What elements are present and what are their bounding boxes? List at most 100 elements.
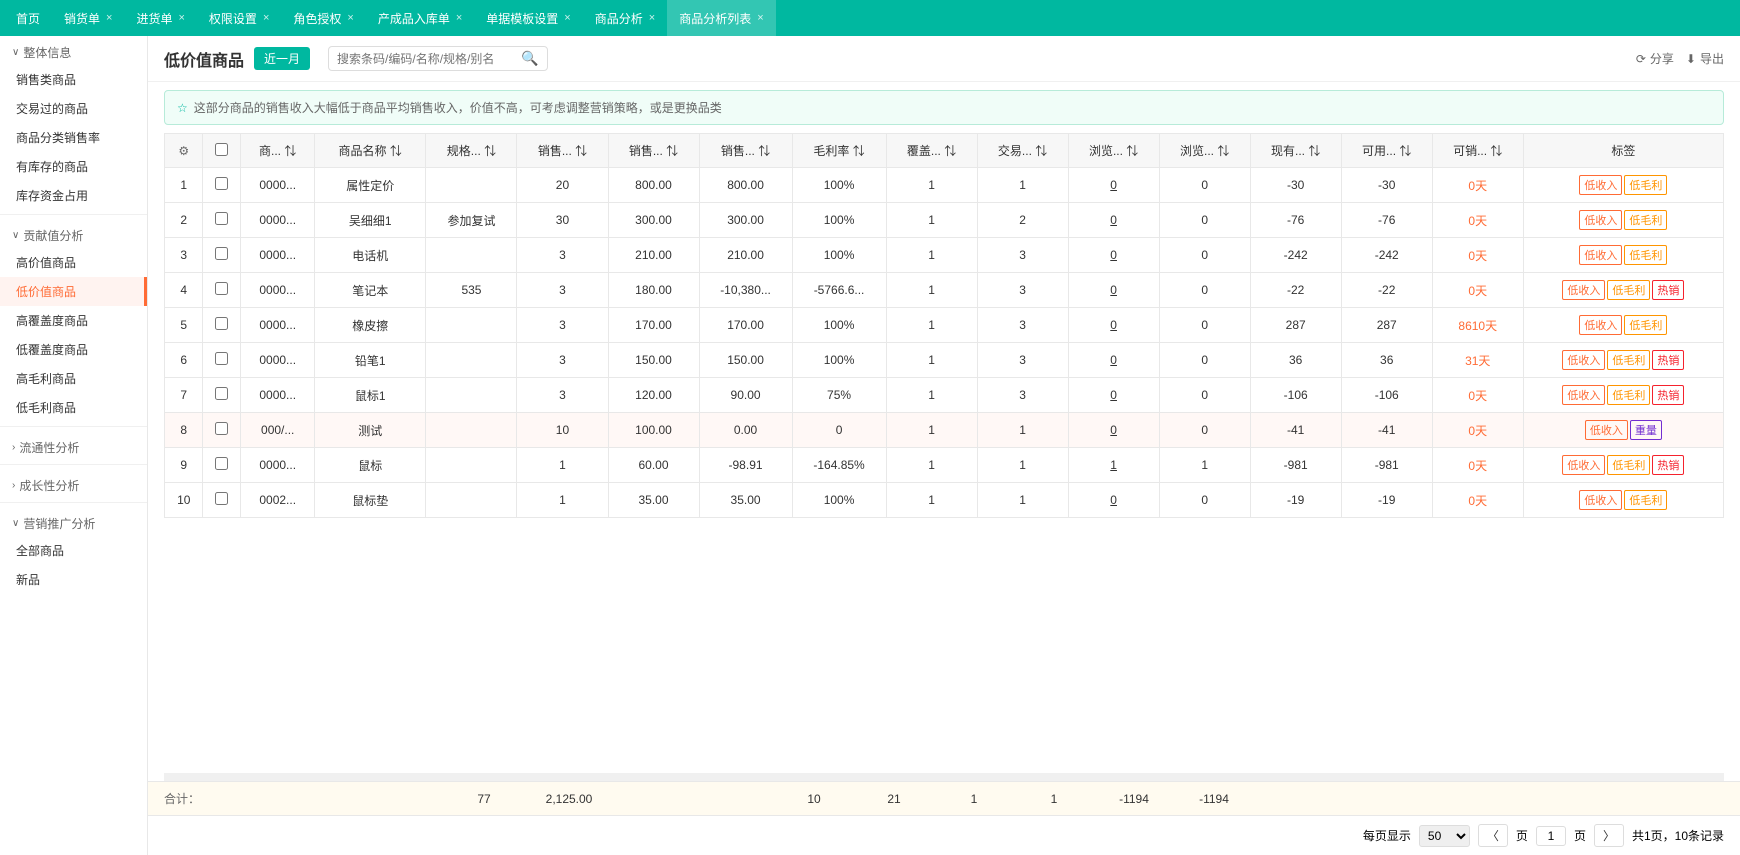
scrollbar[interactable]: [164, 773, 1724, 781]
row-checkbox[interactable]: [215, 282, 228, 295]
sidebar-item-low-coverage[interactable]: 低覆盖度商品: [0, 335, 147, 364]
row-checkbox-cell[interactable]: [203, 203, 241, 238]
nav-purchase-order[interactable]: 进货单 ×: [124, 0, 196, 36]
col-settings[interactable]: ⚙: [165, 134, 203, 168]
sidebar-item-low-value[interactable]: 低价值商品: [0, 277, 147, 306]
row-checkbox[interactable]: [215, 317, 228, 330]
close-icon[interactable]: ×: [347, 12, 353, 24]
row-checkbox[interactable]: [215, 422, 228, 435]
sidebar-item-all-products[interactable]: 全部商品: [0, 536, 147, 565]
filter-button[interactable]: 近一月: [254, 47, 310, 70]
browse1-link[interactable]: 1: [1110, 458, 1117, 472]
col-checkbox[interactable]: [203, 134, 241, 168]
close-icon[interactable]: ×: [263, 12, 269, 24]
row-browse1[interactable]: 0: [1068, 308, 1159, 343]
col-code[interactable]: 商... ⇅: [241, 134, 315, 168]
row-browse1[interactable]: 1: [1068, 448, 1159, 483]
row-checkbox[interactable]: [215, 247, 228, 260]
browse1-link[interactable]: 0: [1110, 388, 1117, 402]
nav-sales-order[interactable]: 销货单 ×: [52, 0, 124, 36]
close-icon[interactable]: ×: [178, 12, 184, 24]
col-available[interactable]: 可用... ⇅: [1341, 134, 1432, 168]
col-sale1[interactable]: 销售... ⇅: [517, 134, 608, 168]
col-stock[interactable]: 现有... ⇅: [1250, 134, 1341, 168]
nav-product-analysis-list[interactable]: 商品分析列表 ×: [667, 0, 775, 36]
row-checkbox[interactable]: [215, 387, 228, 400]
row-checkbox-cell[interactable]: [203, 378, 241, 413]
row-browse1[interactable]: 0: [1068, 378, 1159, 413]
sidebar-section-marketing[interactable]: ∨ 营销推广分析: [0, 507, 147, 536]
row-checkbox[interactable]: [215, 212, 228, 225]
search-icon[interactable]: 🔍: [521, 50, 538, 67]
col-sale2[interactable]: 销售... ⇅: [608, 134, 699, 168]
nav-product-analysis[interactable]: 商品分析 ×: [583, 0, 667, 36]
sidebar-item-category-sales[interactable]: 商品分类销售率: [0, 123, 147, 152]
browse1-link[interactable]: 0: [1110, 318, 1117, 332]
browse1-link[interactable]: 0: [1110, 178, 1117, 192]
col-name[interactable]: 商品名称 ⇅: [314, 134, 425, 168]
sidebar-item-low-margin[interactable]: 低毛利商品: [0, 393, 147, 422]
nav-home[interactable]: 首页: [4, 0, 52, 36]
col-spec[interactable]: 规格... ⇅: [426, 134, 517, 168]
share-button[interactable]: ⟳ 分享: [1636, 50, 1674, 67]
sidebar-item-high-margin[interactable]: 高毛利商品: [0, 364, 147, 393]
col-days[interactable]: 可销... ⇅: [1432, 134, 1523, 168]
row-browse1[interactable]: 0: [1068, 413, 1159, 448]
prev-page-button[interactable]: 〈: [1478, 824, 1508, 847]
select-all-checkbox[interactable]: [215, 143, 228, 156]
close-icon[interactable]: ×: [456, 12, 462, 24]
nav-finished-goods[interactable]: 产成品入库单 ×: [366, 0, 474, 36]
row-checkbox-cell[interactable]: [203, 483, 241, 518]
sidebar-item-new-products[interactable]: 新品: [0, 565, 147, 594]
sidebar-item-sales-products[interactable]: 销售类商品: [0, 65, 147, 94]
row-checkbox-cell[interactable]: [203, 448, 241, 483]
row-checkbox[interactable]: [215, 177, 228, 190]
col-browse2[interactable]: 浏览... ⇅: [1159, 134, 1250, 168]
row-checkbox-cell[interactable]: [203, 273, 241, 308]
nav-template-settings[interactable]: 单据模板设置 ×: [474, 0, 582, 36]
nav-role-auth[interactable]: 角色授权 ×: [281, 0, 365, 36]
row-checkbox[interactable]: [215, 492, 228, 505]
browse1-link[interactable]: 0: [1110, 248, 1117, 262]
nav-permission[interactable]: 权限设置 ×: [197, 0, 281, 36]
browse1-link[interactable]: 0: [1110, 283, 1117, 297]
sidebar-section-growth[interactable]: › 成长性分析: [0, 469, 147, 498]
sidebar-section-overall[interactable]: ∨ 整体信息: [0, 36, 147, 65]
row-checkbox-cell[interactable]: [203, 343, 241, 378]
col-browse1[interactable]: 浏览... ⇅: [1068, 134, 1159, 168]
row-checkbox[interactable]: [215, 457, 228, 470]
row-browse1[interactable]: 0: [1068, 238, 1159, 273]
row-checkbox-cell[interactable]: [203, 238, 241, 273]
row-checkbox-cell[interactable]: [203, 308, 241, 343]
row-browse1[interactable]: 0: [1068, 203, 1159, 238]
browse1-link[interactable]: 0: [1110, 213, 1117, 227]
browse1-link[interactable]: 0: [1110, 423, 1117, 437]
close-icon[interactable]: ×: [106, 12, 112, 24]
search-input[interactable]: [337, 52, 517, 66]
browse1-link[interactable]: 0: [1110, 493, 1117, 507]
row-browse1[interactable]: 0: [1068, 343, 1159, 378]
sidebar-item-traded-products[interactable]: 交易过的商品: [0, 94, 147, 123]
row-checkbox-cell[interactable]: [203, 168, 241, 203]
row-browse1[interactable]: 0: [1068, 168, 1159, 203]
sidebar-section-circulation[interactable]: › 流通性分析: [0, 431, 147, 460]
close-icon[interactable]: ×: [757, 12, 763, 24]
col-coverage[interactable]: 覆盖... ⇅: [886, 134, 977, 168]
page-number-input[interactable]: [1536, 826, 1566, 846]
browse1-link[interactable]: 0: [1110, 353, 1117, 367]
page-size-select[interactable]: 50 100: [1419, 825, 1470, 847]
close-icon[interactable]: ×: [564, 12, 570, 24]
sidebar-item-inventory-products[interactable]: 有库存的商品: [0, 152, 147, 181]
col-sale3[interactable]: 销售... ⇅: [699, 134, 792, 168]
sidebar-item-inventory-capital[interactable]: 库存资金占用: [0, 181, 147, 210]
next-page-button[interactable]: 〉: [1594, 824, 1624, 847]
col-margin[interactable]: 毛利率 ⇅: [792, 134, 886, 168]
sidebar-item-high-coverage[interactable]: 高覆盖度商品: [0, 306, 147, 335]
row-browse1[interactable]: 0: [1068, 483, 1159, 518]
close-icon[interactable]: ×: [649, 12, 655, 24]
sidebar-section-contribution[interactable]: ∨ 贡献值分析: [0, 219, 147, 248]
col-trade[interactable]: 交易... ⇅: [977, 134, 1068, 168]
row-browse1[interactable]: 0: [1068, 273, 1159, 308]
export-button[interactable]: ⬇ 导出: [1686, 50, 1724, 67]
row-checkbox-cell[interactable]: [203, 413, 241, 448]
